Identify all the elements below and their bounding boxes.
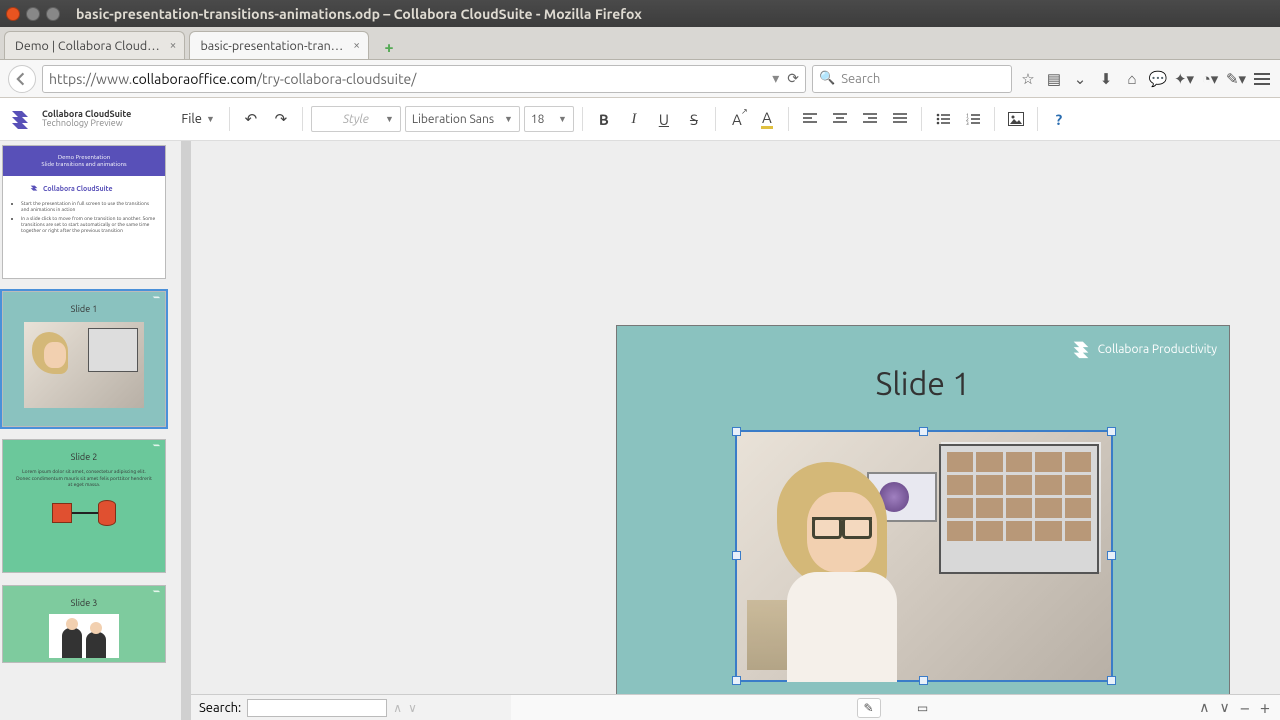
strikethrough-button[interactable]: S: [681, 106, 707, 132]
slide-thumbnail[interactable]: Slide 3: [2, 585, 166, 663]
resize-handle[interactable]: [732, 427, 741, 436]
help-button[interactable]: ?: [1046, 106, 1072, 132]
collapse-up-button[interactable]: ∧: [1199, 699, 1209, 716]
watermark-logo-icon: [1070, 338, 1092, 360]
redo-button[interactable]: ↷: [268, 106, 294, 132]
font-selector[interactable]: Liberation Sans▼: [405, 106, 520, 132]
font-size-selector[interactable]: 18▼: [524, 106, 574, 132]
tab-label: Demo | Collabora Cloud…: [15, 39, 160, 53]
slide-thumbnail[interactable]: Slide 1: [2, 291, 166, 427]
url-text: https://www.collaboraoffice.com/try-coll…: [49, 71, 766, 87]
slide-canvas[interactable]: Collabora Productivity Slide 1 Search:: [191, 141, 1280, 720]
home-icon[interactable]: ⌂: [1122, 69, 1142, 89]
undo-button[interactable]: ↶: [238, 106, 264, 132]
reload-icon[interactable]: ⟳: [787, 70, 799, 87]
underline-button[interactable]: U: [651, 106, 677, 132]
align-right-button[interactable]: [857, 106, 883, 132]
resize-handle[interactable]: [1107, 676, 1116, 685]
resize-handle[interactable]: [919, 676, 928, 685]
reader-icon[interactable]: ▤: [1044, 69, 1064, 89]
app-toolbar: Collabora CloudSuite Technology Preview …: [0, 98, 1280, 141]
downloads-icon[interactable]: ⬇: [1096, 69, 1116, 89]
resize-handle[interactable]: [1107, 427, 1116, 436]
tab-close-icon[interactable]: ×: [170, 39, 177, 52]
pocket-icon[interactable]: ⌄: [1070, 69, 1090, 89]
window-maximize-button[interactable]: [46, 7, 60, 21]
align-center-button[interactable]: [827, 106, 853, 132]
chat-icon[interactable]: 💬: [1148, 69, 1168, 89]
back-button[interactable]: [8, 65, 36, 93]
main-area: Demo Presentation Slide transitions and …: [0, 141, 1280, 720]
addon-icon[interactable]: ✎▾: [1226, 69, 1246, 89]
bookmark-star-icon[interactable]: ☆: [1018, 69, 1038, 89]
slide-panel[interactable]: Demo Presentation Slide transitions and …: [0, 141, 181, 720]
resize-handle[interactable]: [732, 551, 741, 560]
addon-icon[interactable]: ◔▾: [1200, 69, 1220, 89]
collapse-down-button[interactable]: ∨: [1219, 699, 1229, 716]
find-input[interactable]: [247, 699, 387, 717]
zoom-in-button[interactable]: +: [1260, 698, 1270, 718]
url-history-dropdown[interactable]: ▾: [772, 70, 779, 87]
find-bar: Search: ∧ ∨: [191, 694, 511, 720]
search-placeholder: Search: [841, 72, 880, 86]
align-justify-button[interactable]: [887, 106, 913, 132]
window-close-button[interactable]: [6, 7, 20, 21]
resize-handle[interactable]: [919, 427, 928, 436]
find-next-button[interactable]: ∨: [408, 701, 417, 715]
bold-button[interactable]: B: [591, 106, 617, 132]
tab-label: basic-presentation-tran…: [200, 39, 343, 53]
resize-handle[interactable]: [732, 676, 741, 685]
slide-watermark: Collabora Productivity: [1070, 338, 1217, 360]
browser-toolbar: https://www.collaboraoffice.com/try-coll…: [0, 60, 1280, 98]
highlight-button[interactable]: A: [754, 106, 780, 132]
slide: Collabora Productivity Slide 1: [616, 325, 1230, 720]
window-titlebar: basic-presentation-transitions-animation…: [0, 0, 1280, 27]
search-icon: 🔍: [819, 71, 835, 86]
file-menu[interactable]: File▼: [175, 110, 221, 128]
browser-tabstrip: Demo | Collabora Cloud… × basic-presenta…: [0, 27, 1280, 60]
window-minimize-button[interactable]: [26, 7, 40, 21]
panel-scrollbar[interactable]: [181, 141, 191, 720]
align-left-button[interactable]: [797, 106, 823, 132]
tab-close-icon[interactable]: ×: [353, 39, 360, 52]
app-brand: Collabora CloudSuite Technology Preview: [42, 110, 131, 129]
number-list-button[interactable]: 123: [960, 106, 986, 132]
slide-thumbnail[interactable]: Slide 2 Lorem ipsum dolor sit amet, cons…: [2, 439, 166, 573]
font-color-button[interactable]: A↗: [724, 106, 750, 132]
insert-image-button[interactable]: [1003, 106, 1029, 132]
find-label: Search:: [199, 701, 241, 715]
browser-tab[interactable]: Demo | Collabora Cloud… ×: [4, 31, 185, 59]
resize-handle[interactable]: [1107, 551, 1116, 560]
bullet-list-button[interactable]: [930, 106, 956, 132]
presentation-button[interactable]: ▭: [911, 698, 935, 718]
new-tab-button[interactable]: +: [377, 37, 401, 59]
italic-button[interactable]: I: [621, 106, 647, 132]
slide-title[interactable]: Slide 1: [617, 366, 1229, 402]
style-selector[interactable]: Style▼: [311, 106, 401, 132]
zoom-out-button[interactable]: −: [1240, 698, 1250, 718]
search-bar[interactable]: 🔍 Search: [812, 65, 1012, 93]
svg-text:3: 3: [966, 120, 969, 125]
window-title: basic-presentation-transitions-animation…: [76, 6, 642, 22]
hamburger-icon: [1254, 73, 1270, 85]
selected-image[interactable]: [735, 430, 1113, 682]
edit-mode-button[interactable]: ✎: [857, 698, 881, 718]
find-prev-button[interactable]: ∧: [393, 701, 402, 715]
addon-icon[interactable]: ✦▾: [1174, 69, 1194, 89]
slide-thumbnail[interactable]: Demo Presentation Slide transitions and …: [2, 145, 166, 279]
arrow-left-icon: [15, 72, 29, 86]
app-logo-icon: [6, 105, 34, 133]
browser-tab[interactable]: basic-presentation-tran… ×: [189, 31, 369, 59]
url-bar[interactable]: https://www.collaboraoffice.com/try-coll…: [42, 65, 806, 93]
menu-button[interactable]: [1252, 69, 1272, 89]
status-bar: ✎ ▭ ∧ ∨ − +: [511, 694, 1280, 720]
